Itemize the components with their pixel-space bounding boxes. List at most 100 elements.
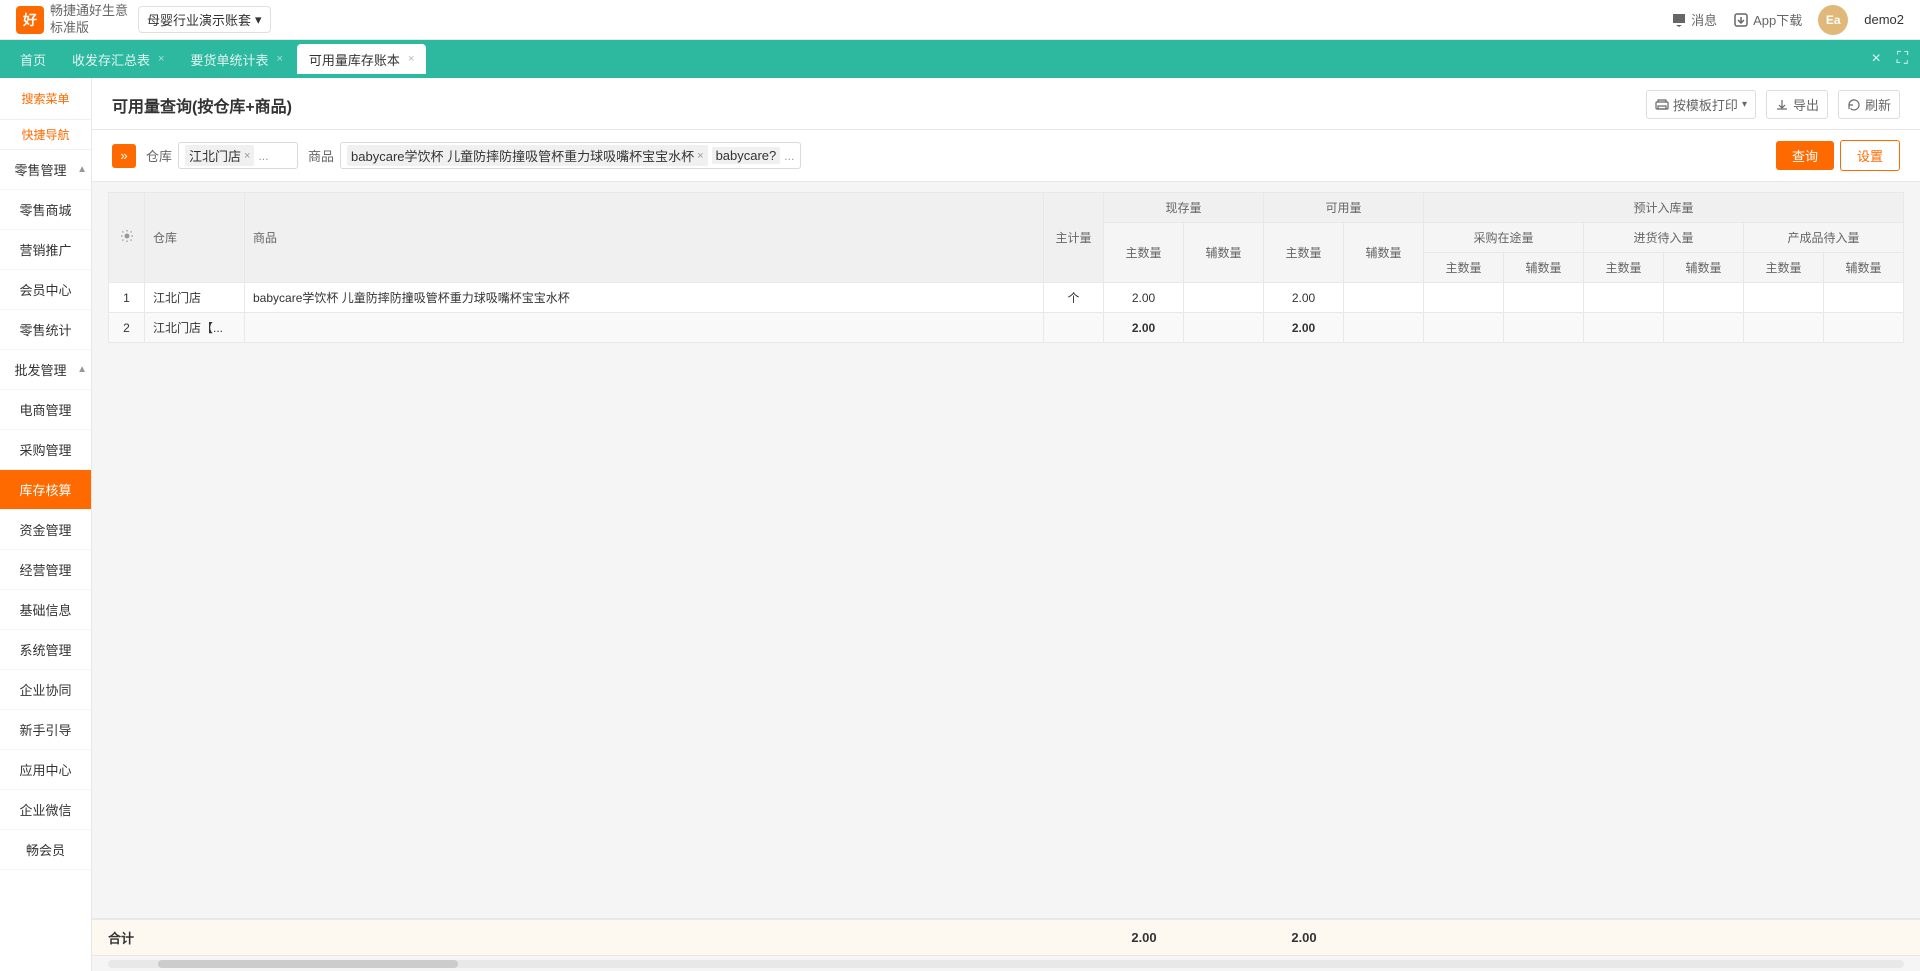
app-download-action[interactable]: App下载 — [1733, 10, 1802, 29]
row2-incoming-aux — [1664, 313, 1744, 343]
sidebar-item-new-guide[interactable]: 新手引导 — [0, 710, 91, 750]
template-print-btn[interactable]: 按模板打印 ▾ — [1646, 90, 1756, 119]
product-tag-2: babycare? — [712, 147, 781, 164]
th-warehouse: 仓库 — [145, 193, 245, 283]
th-purchase-on-way: 采购在途量 — [1424, 223, 1584, 253]
tab-close-available-inventory[interactable]: × — [408, 53, 414, 65]
sidebar-item-enterprise[interactable]: 企业协同 — [0, 670, 91, 710]
row2-available-aux — [1344, 313, 1424, 343]
table-row: 1 江北门店 babycare学饮杯 儿童防摔防撞吸管杯重力球吸嘴杯宝宝水杯 个… — [109, 283, 1904, 313]
scrollbar-track[interactable] — [108, 960, 1904, 968]
tab-home[interactable]: 首页 — [8, 44, 58, 74]
row1-unit: 个 — [1044, 283, 1104, 313]
footer-label: 合计 — [108, 928, 251, 947]
sidebar-item-finance[interactable]: 资金管理 — [0, 510, 91, 550]
download-icon — [1733, 12, 1749, 28]
th-settings[interactable] — [109, 193, 145, 283]
product-filter-more[interactable]: ... — [784, 149, 794, 163]
warehouse-filter-group: 仓库 江北门店 × ... — [146, 142, 298, 169]
th-available: 可用量 — [1264, 193, 1424, 223]
warehouse-filter-input[interactable]: 江北门店 × ... — [178, 142, 298, 169]
tab-bar: 首页 收发存汇总表 × 要货单统计表 × 可用量库存账本 × × ⛶ — [0, 40, 1920, 78]
content-area: 可用量查询(按仓库+商品) 按模板打印 ▾ 导出 刷新 — [92, 78, 1920, 971]
sidebar-nav-btn[interactable]: 快捷导航 — [0, 120, 91, 150]
sidebar-item-system-mgmt[interactable]: 系统管理 — [0, 630, 91, 670]
sidebar-item-marketing[interactable]: 营销推广 — [0, 230, 91, 270]
sidebar-item-operations[interactable]: 经营管理 — [0, 550, 91, 590]
tab-receive-send[interactable]: 收发存汇总表 × — [60, 44, 176, 74]
sidebar-item-member-center[interactable]: 会员中心 — [0, 270, 91, 310]
tab-bar-actions: × ⛶ — [1867, 48, 1912, 70]
sidebar-item-vip-member[interactable]: 畅会员 — [0, 830, 91, 870]
gear-icon[interactable] — [120, 229, 134, 243]
tab-close-all-btn[interactable]: × — [1867, 48, 1884, 70]
row2-stock-main: 2.00 — [1104, 313, 1184, 343]
sidebar-item-ecommerce[interactable]: 电商管理 — [0, 390, 91, 430]
export-btn[interactable]: 导出 — [1766, 90, 1828, 119]
industry-selector[interactable]: 母婴行业演示账套 ▾ — [138, 6, 271, 33]
warehouse-tag-close[interactable]: × — [244, 150, 250, 162]
refresh-icon — [1847, 98, 1861, 112]
message-action[interactable]: 消息 — [1671, 10, 1717, 29]
th-stock-main: 主数量 — [1104, 223, 1184, 283]
settings-btn[interactable]: 设置 — [1840, 140, 1900, 171]
row1-available-main: 2.00 — [1264, 283, 1344, 313]
inventory-table: 仓库 商品 主计量 现存量 可用量 预计入库量 主数量 辅数量 主数量 辅数量 … — [108, 192, 1904, 343]
tab-close-order-stats[interactable]: × — [276, 53, 282, 65]
sidebar-search-section: 搜索菜单 — [0, 78, 91, 120]
sidebar-item-purchase[interactable]: 采购管理 — [0, 430, 91, 470]
th-finished-aux: 辅数量 — [1824, 253, 1904, 283]
row2-warehouse: 江北门店【... — [145, 313, 245, 343]
table-container[interactable]: 仓库 商品 主计量 现存量 可用量 预计入库量 主数量 辅数量 主数量 辅数量 … — [92, 182, 1920, 918]
query-btn[interactable]: 查询 — [1776, 141, 1834, 170]
tab-order-stats[interactable]: 要货单统计表 × — [178, 44, 294, 74]
filter-expand-btn[interactable]: » — [112, 144, 136, 168]
row2-product — [245, 313, 1044, 343]
sidebar-item-inventory[interactable]: 库存核算 — [0, 470, 91, 510]
product-filter-input[interactable]: babycare学饮杯 儿童防摔防撞吸管杯重力球吸嘴杯宝宝水杯 × babyca… — [340, 142, 801, 169]
row2-finished-aux — [1824, 313, 1904, 343]
row2-stock-aux — [1184, 313, 1264, 343]
filter-actions: 查询 设置 — [1776, 140, 1900, 171]
th-stock-aux: 辅数量 — [1184, 223, 1264, 283]
bottom-scrollbar[interactable] — [92, 955, 1920, 971]
row1-finished-aux — [1824, 283, 1904, 313]
sidebar-item-app-center[interactable]: 应用中心 — [0, 750, 91, 790]
tab-close-receive-send[interactable]: × — [158, 53, 164, 65]
row2-unit — [1044, 313, 1104, 343]
tab-expand-btn[interactable]: ⛶ — [1893, 48, 1912, 70]
th-finished-main: 主数量 — [1744, 253, 1824, 283]
scrollbar-thumb[interactable] — [158, 960, 458, 968]
product-filter-label: 商品 — [308, 146, 334, 165]
chevron-icon: ▲ — [77, 164, 87, 175]
table-footer: 合计 2.00 2.00 — [92, 918, 1920, 955]
row1-incoming-main — [1584, 283, 1664, 313]
refresh-btn[interactable]: 刷新 — [1838, 90, 1900, 119]
top-bar-left: 好 畅捷通好生意 标准版 母婴行业演示账套 ▾ — [16, 3, 271, 37]
user-name[interactable]: demo2 — [1864, 12, 1904, 27]
th-purchase-main: 主数量 — [1424, 253, 1504, 283]
table-row: 2 江北门店【... 2.00 2.00 — [109, 313, 1904, 343]
sidebar-item-retail-mall[interactable]: 零售商城 — [0, 190, 91, 230]
warehouse-filter-more[interactable]: ... — [258, 149, 268, 163]
row1-purchase-aux — [1504, 283, 1584, 313]
page-header: 可用量查询(按仓库+商品) 按模板打印 ▾ 导出 刷新 — [92, 78, 1920, 130]
th-incoming-main: 主数量 — [1584, 253, 1664, 283]
page-actions: 按模板打印 ▾ 导出 刷新 — [1646, 90, 1900, 119]
tab-available-inventory[interactable]: 可用量库存账本 × — [297, 44, 426, 74]
sidebar: 搜索菜单 快捷导航 零售管理 ▲ 零售商城 营销推广 会员中心 零售统计 批发管… — [0, 78, 92, 971]
top-bar-right: 消息 App下载 Ea demo2 — [1671, 5, 1904, 35]
th-available-main: 主数量 — [1264, 223, 1344, 283]
main-layout: 搜索菜单 快捷导航 零售管理 ▲ 零售商城 营销推广 会员中心 零售统计 批发管… — [0, 78, 1920, 971]
sidebar-item-basic-info[interactable]: 基础信息 — [0, 590, 91, 630]
product-tag-1: babycare学饮杯 儿童防摔防撞吸管杯重力球吸嘴杯宝宝水杯 × — [347, 145, 708, 166]
sidebar-item-wholesale-mgmt[interactable]: 批发管理 ▲ — [0, 350, 91, 390]
sidebar-search-btn[interactable]: 搜索菜单 — [8, 86, 83, 111]
th-incoming-pending: 进货待入量 — [1584, 223, 1744, 253]
print-icon — [1655, 98, 1669, 112]
sidebar-item-retail-stats[interactable]: 零售统计 — [0, 310, 91, 350]
sidebar-item-retail-mgmt[interactable]: 零售管理 ▲ — [0, 150, 91, 190]
product-tag-1-close[interactable]: × — [697, 150, 703, 162]
user-avatar[interactable]: Ea — [1818, 5, 1848, 35]
sidebar-item-enterprise-wechat[interactable]: 企业微信 — [0, 790, 91, 830]
